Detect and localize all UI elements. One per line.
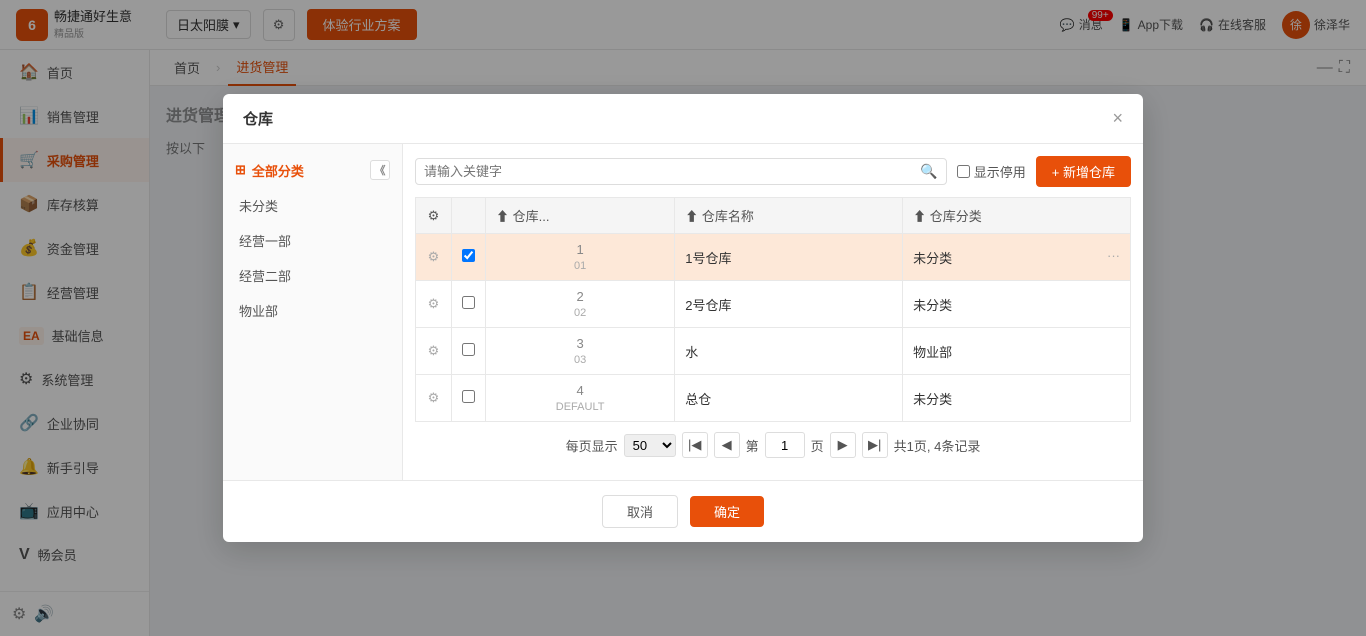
col-checkbox-header [452,198,486,234]
row-num: 101 [486,234,675,281]
first-page-button[interactable]: |◀ [682,432,708,458]
grid-icon: ⊞ [235,162,246,178]
search-icon: 🔍 [920,163,937,180]
category-panel: ⊞ 全部分类 《 未分类 经营一部 经营二部 物业部 [223,144,403,480]
warehouse-table: ⚙ ⬆ 仓库... ⬆ 仓库名称 ⬆ 仓库分类 [415,197,1131,422]
row-category: 物业部 [903,328,1131,375]
page-input[interactable] [765,432,805,458]
row-select-checkbox[interactable] [462,390,475,403]
last-page-button[interactable]: ▶| [862,432,888,458]
col-category-header[interactable]: ⬆ 仓库分类 [903,198,1131,234]
confirm-button[interactable]: 确定 [690,496,764,527]
row-gear[interactable]: ⚙ [416,375,452,422]
right-toolbar: 🔍 显示停用 + 新增仓库 [415,156,1131,187]
row-select-checkbox[interactable] [462,343,475,356]
search-input[interactable] [424,164,920,179]
prev-page-button[interactable]: ◀ [714,432,740,458]
table-row[interactable]: ⚙ 202 2号仓库 未分类 [416,281,1131,328]
page-suffix: 页 [811,436,824,455]
row-gear[interactable]: ⚙ [416,328,452,375]
add-warehouse-button[interactable]: + 新增仓库 [1036,156,1131,187]
row-num: 4DEFAULT [486,375,675,422]
per-page-label: 每页显示 [566,436,618,455]
row-category: 未分类 [903,281,1131,328]
table-row[interactable]: ⚙ 101 1号仓库 未分类··· [416,234,1131,281]
dialog-body: ⊞ 全部分类 《 未分类 经营一部 经营二部 物业部 🔍 [223,144,1143,480]
search-box: 🔍 [415,158,947,185]
page-label: 第 [746,436,759,455]
table-row[interactable]: ⚙ 303 水 物业部 [416,328,1131,375]
all-categories-header[interactable]: ⊞ 全部分类 《 [223,152,402,188]
row-action-icon[interactable]: ··· [1107,248,1120,263]
show-disabled-toggle[interactable]: 显示停用 [957,162,1026,181]
overlay: 仓库 × ⊞ 全部分类 《 未分类 经营一部 经营二部 物业部 [0,0,1366,636]
row-name: 水 [675,328,903,375]
show-disabled-label-text: 显示停用 [974,162,1026,181]
next-page-button[interactable]: ▶ [830,432,856,458]
pagination: 每页显示 50 100 200 |◀ ◀ 第 页 ▶ ▶| 共1页, 4条记录 [415,422,1131,468]
close-button[interactable]: × [1112,108,1123,129]
col-name-header[interactable]: ⬆ 仓库名称 [675,198,903,234]
row-num: 303 [486,328,675,375]
row-select-checkbox[interactable] [462,296,475,309]
warehouse-table-wrap: ⚙ ⬆ 仓库... ⬆ 仓库名称 ⬆ 仓库分类 [415,197,1131,422]
collapse-button[interactable]: 《 [370,160,390,180]
col-gear-header[interactable]: ⚙ [416,198,452,234]
category-ops1[interactable]: 经营一部 [223,223,402,258]
show-disabled-checkbox[interactable] [957,165,970,178]
row-checkbox[interactable] [452,234,486,281]
row-name: 1号仓库 [675,234,903,281]
per-page-select[interactable]: 50 100 200 [624,434,676,457]
row-category: 未分类··· [903,234,1131,281]
row-num: 202 [486,281,675,328]
row-checkbox[interactable] [452,281,486,328]
all-categories-label: 全部分类 [252,161,304,180]
row-category: 未分类 [903,375,1131,422]
table-header-row: ⚙ ⬆ 仓库... ⬆ 仓库名称 ⬆ 仓库分类 [416,198,1131,234]
row-name: 总仓 [675,375,903,422]
cancel-button[interactable]: 取消 [602,495,678,528]
row-checkbox[interactable] [452,328,486,375]
row-checkbox[interactable] [452,375,486,422]
row-select-checkbox[interactable] [462,249,475,262]
warehouse-dialog: 仓库 × ⊞ 全部分类 《 未分类 经营一部 经营二部 物业部 [223,94,1143,542]
col-code-header[interactable]: ⬆ 仓库... [486,198,675,234]
dialog-title: 仓库 [243,108,273,129]
dialog-header: 仓库 × [223,94,1143,144]
row-gear[interactable]: ⚙ [416,234,452,281]
category-property[interactable]: 物业部 [223,293,402,328]
total-label: 共1页, 4条记录 [894,436,981,455]
dialog-footer: 取消 确定 [223,480,1143,542]
table-panel: 🔍 显示停用 + 新增仓库 ⚙ [403,144,1143,480]
table-row[interactable]: ⚙ 4DEFAULT 总仓 未分类 [416,375,1131,422]
category-uncategorized[interactable]: 未分类 [223,188,402,223]
row-gear[interactable]: ⚙ [416,281,452,328]
category-ops2[interactable]: 经营二部 [223,258,402,293]
row-name: 2号仓库 [675,281,903,328]
